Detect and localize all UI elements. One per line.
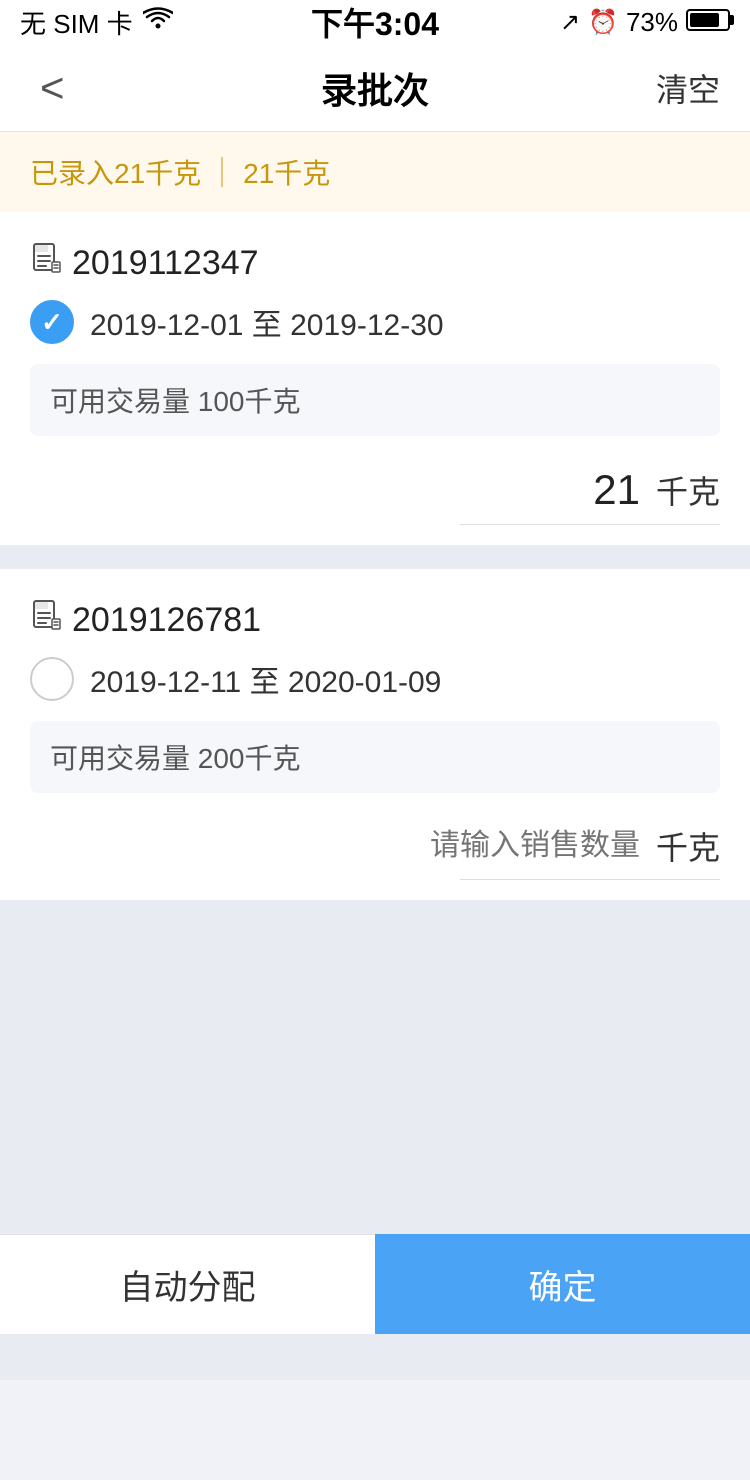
battery-icon xyxy=(686,7,730,38)
radio-button-1[interactable] xyxy=(30,300,74,344)
status-right: ↗ ⏰ 73% xyxy=(560,7,730,38)
summary-divider xyxy=(221,157,223,187)
batch-id-text-1: 2019112347 xyxy=(72,244,259,283)
batch-avail-1: 可用交易量 100千克 xyxy=(30,364,720,436)
batch-date-1: 2019-12-01 至 2019-12-30 xyxy=(90,300,444,344)
batch-date-2: 2019-12-11 至 2020-01-09 xyxy=(90,657,441,701)
status-time: 下午3:04 xyxy=(311,0,439,45)
wifi-icon xyxy=(143,7,173,38)
back-button[interactable]: < xyxy=(30,54,75,122)
battery-percent: 73% xyxy=(626,7,678,38)
batch-id-text-2: 2019126781 xyxy=(72,601,261,640)
confirm-button[interactable]: 确定 xyxy=(375,1234,750,1334)
location-icon: ↗ xyxy=(560,8,580,37)
quantity-value-1: 21 xyxy=(593,466,640,514)
alarm-icon: ⏰ xyxy=(588,8,618,37)
batch-id-icon-2 xyxy=(30,599,64,641)
quantity-unit-1: 千克 xyxy=(656,467,720,513)
section-divider xyxy=(0,545,750,569)
radio-button-2[interactable] xyxy=(30,657,74,701)
recorded-label: 已录入21千克 xyxy=(30,152,201,192)
summary-bar: 已录入21千克 21千克 xyxy=(0,132,750,212)
page-title: 录批次 xyxy=(321,62,429,114)
bottom-buttons: 自动分配 确定 xyxy=(0,1234,750,1334)
summary-total: 21千克 xyxy=(243,152,330,192)
quantity-input-2[interactable] xyxy=(254,829,640,863)
status-bar: 无 SIM 卡 下午3:04 ↗ ⏰ 73% xyxy=(0,0,750,44)
batch-item-2: 2019126781 2019-12-11 至 2020-01-09 可用交易量… xyxy=(0,569,750,900)
carrier-text: 无 SIM 卡 xyxy=(20,4,133,41)
nav-bar: < 录批次 清空 xyxy=(0,44,750,132)
auto-distribute-button[interactable]: 自动分配 xyxy=(0,1234,375,1334)
clear-button[interactable]: 清空 xyxy=(656,65,720,111)
batch-item-1: 2019112347 2019-12-01 至 2019-12-30 可用交易量… xyxy=(0,212,750,545)
status-carrier: 无 SIM 卡 xyxy=(20,4,173,41)
batch-id-icon-1 xyxy=(30,242,64,284)
batch-avail-2: 可用交易量 200千克 xyxy=(30,721,720,793)
quantity-unit-2: 千克 xyxy=(656,823,720,869)
